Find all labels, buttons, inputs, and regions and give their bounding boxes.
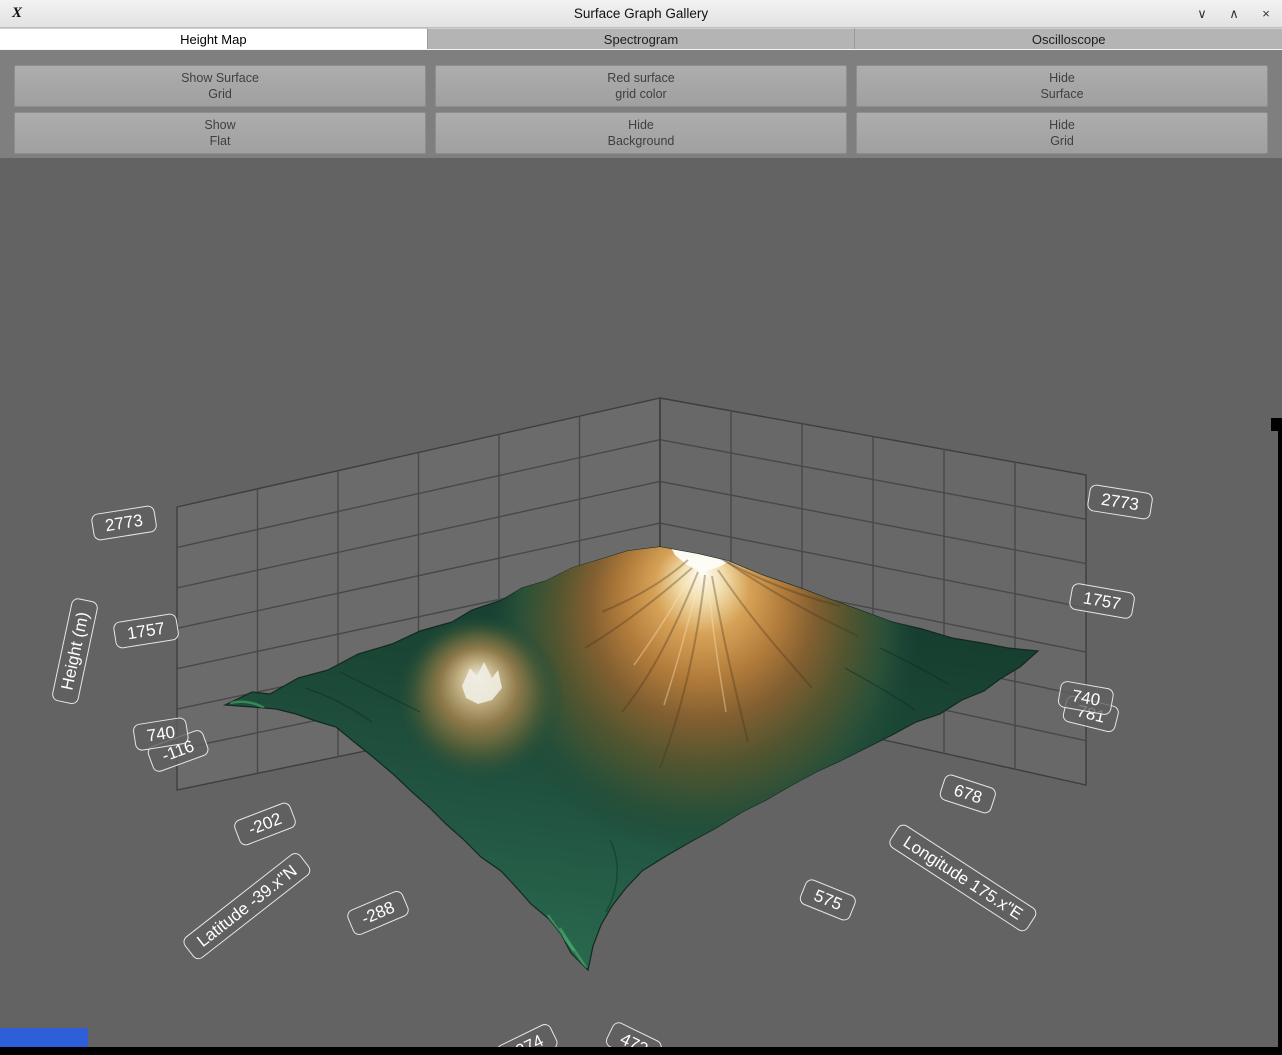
button-label-line: Hide	[628, 117, 654, 133]
tab-height-map[interactable]: Height Map	[0, 28, 428, 49]
button-label-line: Grid	[208, 86, 232, 102]
tab-bar: Height Map Spectrogram Oscilloscope	[0, 28, 1282, 50]
button-label-line: Show Surface	[181, 70, 259, 86]
app-icon: X	[8, 5, 26, 23]
titlebar: X Surface Graph Gallery ∨ ∧ ×	[0, 0, 1282, 28]
tab-spectrogram[interactable]: Spectrogram	[428, 28, 856, 49]
button-label-line: Flat	[210, 133, 231, 149]
toolbar-panel: Show Surface Grid Red surface grid color…	[0, 50, 1282, 158]
hide-background-button[interactable]: Hide Background	[435, 112, 847, 154]
shade-window-icon[interactable]: ∨	[1194, 0, 1210, 28]
hide-grid-button[interactable]: Hide Grid	[856, 112, 1268, 154]
show-surface-grid-button[interactable]: Show Surface Grid	[14, 65, 426, 107]
button-label-line: grid color	[615, 86, 666, 102]
button-label-line: Background	[608, 133, 675, 149]
right-screen-notch	[1271, 418, 1282, 431]
close-window-icon[interactable]: ×	[1258, 0, 1274, 28]
window-controls: ∨ ∧ ×	[1194, 0, 1274, 28]
tab-oscilloscope[interactable]: Oscilloscope	[855, 28, 1282, 49]
button-label-line: Red surface	[607, 70, 674, 86]
show-flat-button[interactable]: Show Flat	[14, 112, 426, 154]
app-window: X Surface Graph Gallery ∨ ∧ × Height Map…	[0, 0, 1282, 1055]
button-label-line: Show	[204, 117, 235, 133]
surface-grid-color-button[interactable]: Red surface grid color	[435, 65, 847, 107]
bottom-screen-strip	[0, 1047, 1282, 1055]
surface-3d-view[interactable]: Height (m) 2773 1757 -116 740 -202 -288 …	[0, 158, 1282, 1055]
window-title: Surface Graph Gallery	[0, 6, 1282, 21]
button-label-line: Hide	[1049, 117, 1075, 133]
hide-surface-button[interactable]: Hide Surface	[856, 65, 1268, 107]
taskbar-remnant	[0, 1028, 88, 1047]
maximize-window-icon[interactable]: ∧	[1226, 0, 1242, 28]
button-label-line: Grid	[1050, 133, 1074, 149]
button-label-line: Hide	[1049, 70, 1075, 86]
button-label-line: Surface	[1040, 86, 1083, 102]
right-screen-strip	[1278, 418, 1282, 1055]
